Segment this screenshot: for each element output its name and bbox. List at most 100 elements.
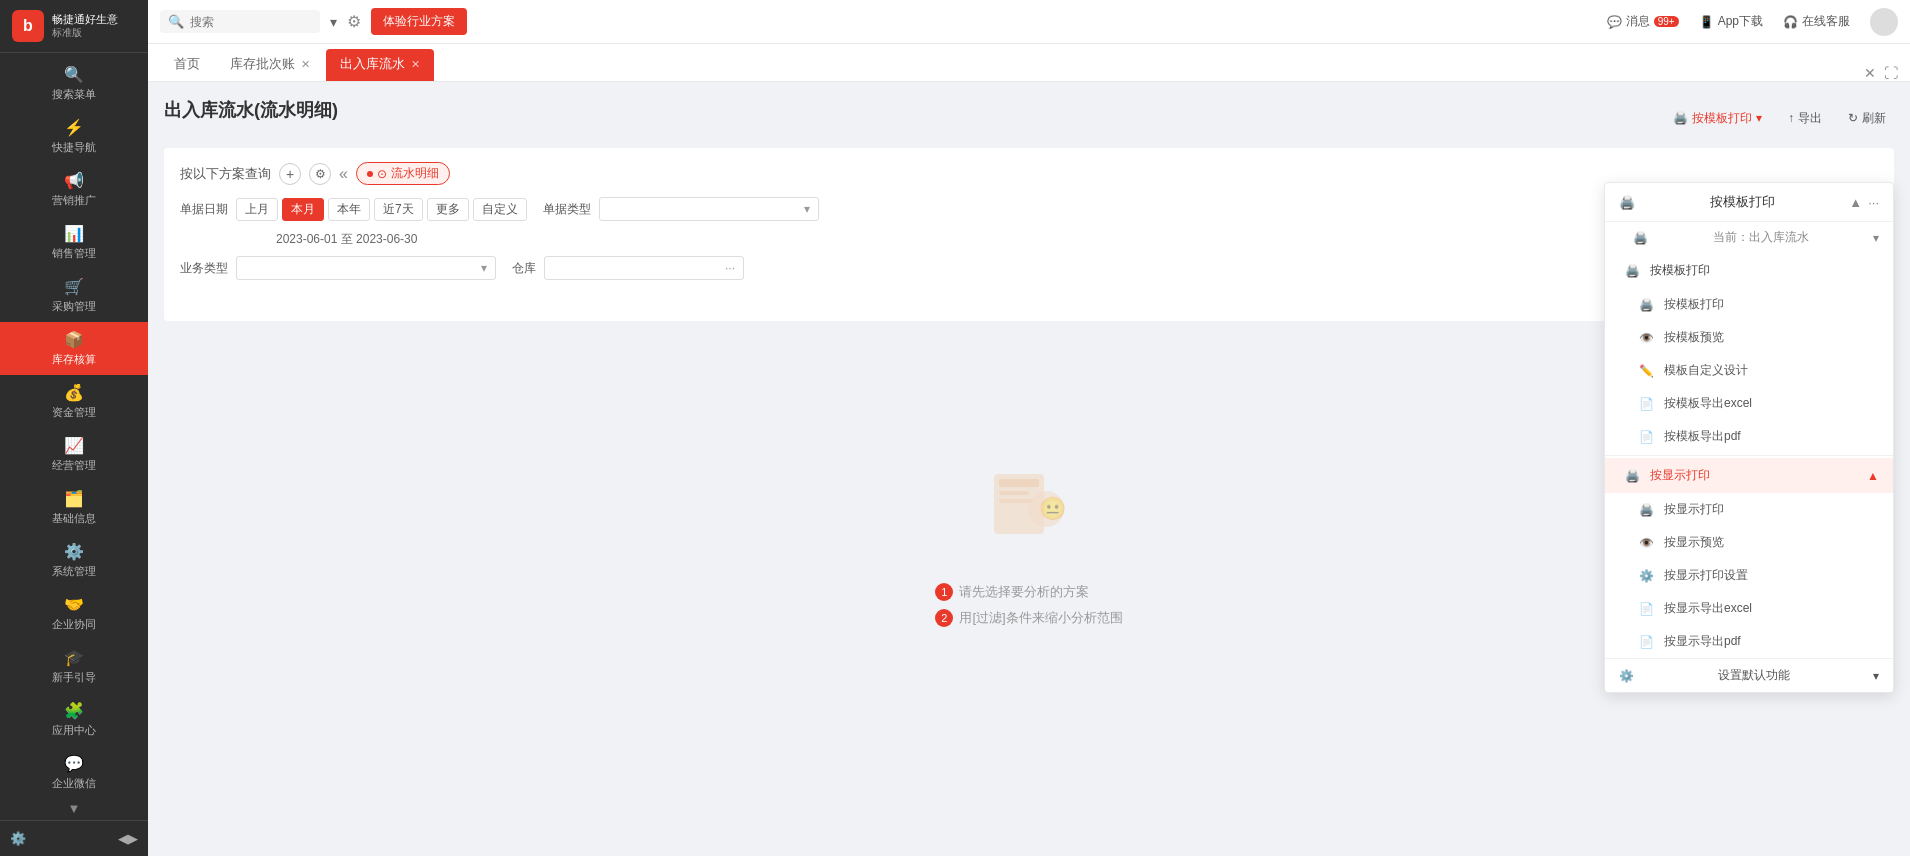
dp-dots-icon[interactable]: ··· [1868,195,1879,210]
sidebar-scroll-down[interactable]: ▼ [0,797,148,820]
tab-batch[interactable]: 库存批次账 ✕ [216,49,324,81]
messages-icon: 💬 [1607,15,1622,29]
sidebar-settings-icon[interactable]: ⚙️ [10,831,26,846]
sidebar-footer: ⚙️ ◀▶ [0,820,148,856]
messages-btn[interactable]: 💬 消息 99+ [1607,13,1679,30]
dp-footer[interactable]: ⚙️ 设置默认功能 ▾ [1605,658,1893,692]
filter-settings-btn[interactable]: ⚙ [309,163,331,185]
page-top-right: 🖨️ 按模板打印 ▾ ↑ 导出 ↻ 刷新 [1665,106,1894,131]
dp-display-print-settings[interactable]: ⚙️ 按显示打印设置 [1605,559,1893,592]
dp-template-preview[interactable]: 👁️ 按模板预览 [1605,321,1893,354]
refresh-btn[interactable]: ↻ 刷新 [1840,106,1894,131]
sidebar-item-marketing[interactable]: 📢 营销推广 [0,163,148,216]
empty-state-icon: 😐 [984,454,1074,563]
tab-flow[interactable]: 出入库流水 ✕ [326,49,434,81]
filter-doctype-field: 单据类型 ▾ [543,197,819,221]
sidebar-item-basic[interactable]: 🗂️ 基础信息 [0,481,148,534]
sales-icon: 📊 [64,224,84,243]
dp-de-icon: 📄 [1639,602,1654,616]
tab-restore-icon[interactable]: ✕ [1864,65,1876,81]
date-btn-7days[interactable]: 近7天 [374,198,423,221]
dp-header-btns: ▲ ··· [1849,195,1879,210]
sidebar-collapse-icon[interactable]: ◀▶ [118,831,138,846]
tab-home[interactable]: 首页 [160,49,214,81]
dp-template-print-action[interactable]: 🖨️ 按模板打印 [1605,288,1893,321]
print-dropdown-icon: ▾ [1756,111,1762,125]
date-btn-this-month[interactable]: 本月 [282,198,324,221]
filter-collapse-btn[interactable]: « [339,165,348,183]
sidebar-item-wechat[interactable]: 💬 企业微信 [0,746,148,797]
export-btn[interactable]: ↑ 导出 [1780,106,1830,131]
printer-icon: 🖨️ [1673,111,1688,125]
header-search-box[interactable]: 🔍 [160,10,320,33]
tab-batch-close[interactable]: ✕ [301,58,310,71]
page-title: 出入库流水(流水明细) [164,98,338,122]
filter-warehouse-select[interactable]: ··· [544,256,744,280]
sidebar-item-sales[interactable]: 📊 销售管理 [0,216,148,269]
dp-current-label: 🖨️ 当前：出入库流水 ▾ [1605,222,1893,253]
sidebar-item-guide[interactable]: 🎓 新手引导 [0,640,148,693]
sidebar-item-system[interactable]: ⚙️ 系统管理 [0,534,148,587]
apps-icon: 🧩 [64,701,84,720]
date-quick-btns: 上月 本月 本年 近7天 更多 自定义 [236,198,527,221]
marketing-icon: 📢 [64,171,84,190]
tab-flow-close[interactable]: ✕ [411,58,420,71]
dp-template-excel[interactable]: 📄 按模板导出excel [1605,387,1893,420]
filter-biztype-select[interactable]: ▾ [236,256,496,280]
page-top-bar: 出入库流水(流水明细) 🖨️ 按模板打印 ▾ ↑ 导出 ↻ 刷新 [164,98,1894,138]
dp-expand-icon[interactable]: ▲ [1849,195,1862,210]
header-gear-icon[interactable]: ⚙ [347,12,361,31]
print-dropdown-panel: 🖨️ 按模板打印 ▲ ··· 🖨️ 当前：出入库流水 ▾ 🖨️ 按模板打印 🖨️ [1604,182,1894,693]
doctype-dropdown-icon: ▾ [804,202,810,216]
dp-template-pdf[interactable]: 📄 按模板导出pdf [1605,420,1893,453]
search-dropdown-btn[interactable]: ▾ [330,14,337,30]
dp-printer-icon: 🖨️ [1619,195,1635,210]
system-icon: ⚙️ [64,542,84,561]
filter-date-field: 单据日期 上月 本月 本年 近7天 更多 自定义 [180,198,527,221]
sidebar-item-apps[interactable]: 🧩 应用中心 [0,693,148,746]
app-download-btn[interactable]: 📱 App下载 [1699,13,1763,30]
dp-tpdf-icon: 📄 [1639,430,1654,444]
dp-display-print-action[interactable]: 🖨️ 按显示打印 [1605,493,1893,526]
dp-template-print-header[interactable]: 🖨️ 按模板打印 [1605,253,1893,288]
dp-tpa-icon: 🖨️ [1639,298,1654,312]
dp-template-custom[interactable]: ✏️ 模板自定义设计 [1605,354,1893,387]
dp-header: 🖨️ 按模板打印 ▲ ··· [1605,183,1893,222]
filter-section-label: 按以下方案查询 [180,165,271,183]
dp-display-excel[interactable]: 📄 按显示导出excel [1605,592,1893,625]
sidebar-item-search[interactable]: 🔍 搜索菜单 [0,57,148,110]
refresh-icon: ↻ [1848,111,1858,125]
sidebar-item-cooperation[interactable]: 🤝 企业协同 [0,587,148,640]
print-template-btn[interactable]: 🖨️ 按模板打印 ▾ [1665,106,1770,131]
date-btn-this-year[interactable]: 本年 [328,198,370,221]
dp-display-preview[interactable]: 👁️ 按显示预览 [1605,526,1893,559]
trial-btn[interactable]: 体验行业方案 [371,8,467,35]
dp-display-print-header[interactable]: 🖨️ 按显示打印 ▲ [1605,458,1893,493]
hint-num-2: 2 [935,609,953,627]
tab-maximize-icon[interactable]: ⛶ [1884,65,1898,81]
search-menu-icon: 🔍 [64,65,84,84]
dp-display-pdf[interactable]: 📄 按显示导出pdf [1605,625,1893,658]
purchase-icon: 🛒 [64,277,84,296]
sidebar-item-purchase[interactable]: 🛒 采购管理 [0,269,148,322]
user-avatar[interactable] [1870,8,1898,36]
date-btn-last-month[interactable]: 上月 [236,198,278,221]
sidebar-item-quick[interactable]: ⚡ 快捷导航 [0,110,148,163]
online-service-btn[interactable]: 🎧 在线客服 [1783,13,1850,30]
sidebar-item-inventory[interactable]: 📦 库存核算 [0,322,148,375]
sidebar-item-operation[interactable]: 📈 经营管理 [0,428,148,481]
empty-hint-item-2: 2 用[过滤]条件来缩小分析范围 [935,605,1122,631]
date-btn-custom[interactable]: 自定义 [473,198,527,221]
empty-hint-item-1: 1 请先选择要分析的方案 [935,579,1122,605]
dp-current-icon: 🖨️ [1633,231,1648,245]
filter-add-btn[interactable]: + [279,163,301,185]
search-input[interactable] [190,15,290,29]
messages-badge: 99+ [1654,16,1679,27]
dp-te-icon: 📄 [1639,397,1654,411]
warehouse-dropdown-icon: ··· [725,261,735,275]
sidebar-item-finance[interactable]: 💰 资金管理 [0,375,148,428]
filter-doctype-select[interactable]: ▾ [599,197,819,221]
tab-window-btns: ✕ ⛶ [1864,65,1898,81]
date-btn-more[interactable]: 更多 [427,198,469,221]
hint-num-1: 1 [935,583,953,601]
